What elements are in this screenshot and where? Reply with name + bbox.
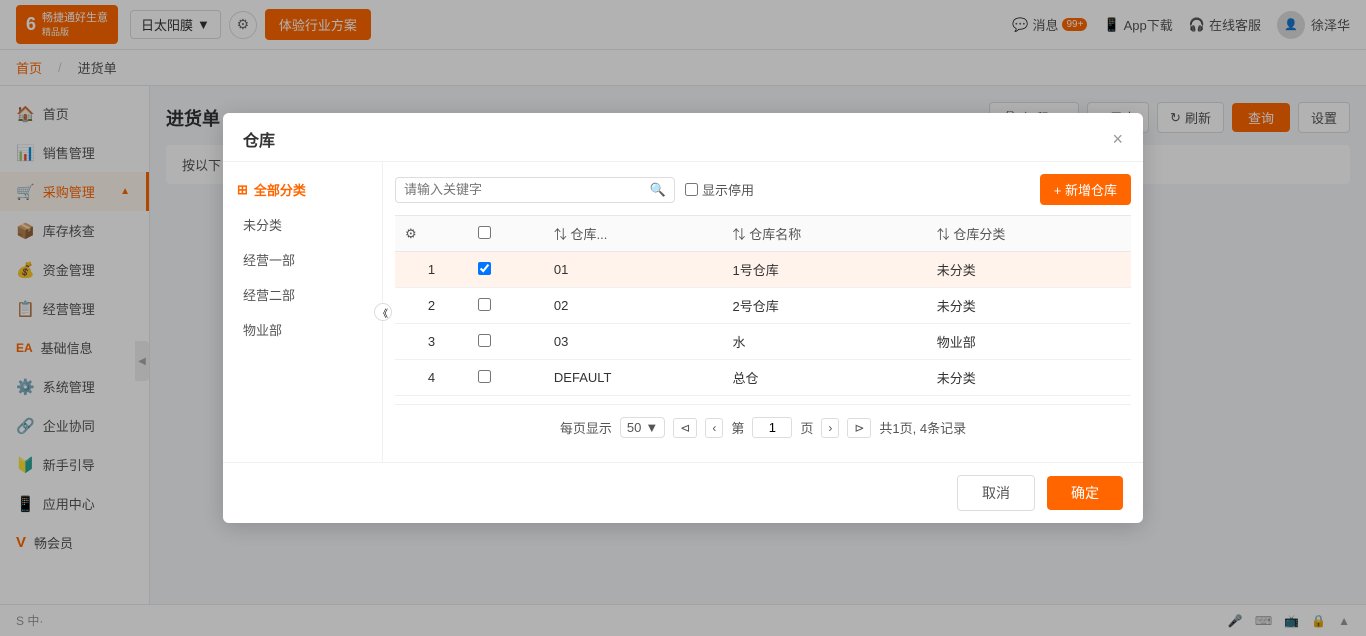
th-code[interactable]: ⇅ 仓库... [544, 216, 723, 252]
search-box: 🔍 [395, 177, 675, 203]
row-name: 2号仓库 [723, 288, 927, 324]
modal-title: 仓库 [243, 127, 275, 151]
table-wrapper: ⚙ ⇅ 仓库... ⇅ 仓库名称 [395, 215, 1131, 396]
table-header-row: ⚙ ⇅ 仓库... ⇅ 仓库名称 [395, 216, 1131, 252]
category-item-1[interactable]: 经营一部 [223, 242, 382, 277]
row-code: 03 [544, 324, 723, 360]
row-num: 1 [395, 252, 468, 288]
table-row[interactable]: 1 01 1号仓库 未分类 [395, 252, 1131, 288]
row-checkbox[interactable] [468, 252, 544, 288]
row-code: 01 [544, 252, 723, 288]
select-all-checkbox[interactable] [478, 226, 491, 239]
category-item-3[interactable]: 物业部 [223, 312, 382, 347]
show-disabled-check[interactable] [685, 183, 698, 196]
row-num: 4 [395, 360, 468, 396]
row-category: 物业部 [927, 324, 1131, 360]
grid-icon: ⊞ [237, 182, 248, 198]
modal-close-button[interactable]: × [1112, 129, 1123, 150]
category-sidebar: ⊞ 全部分类 未分类 经营一部 经营二部 物业部 《 [223, 162, 383, 462]
search-input[interactable] [404, 182, 646, 197]
pagination: 每页显示 50 ▼ ⊲ ‹ 第 页 › ⊳ 共1页, 4条记录 [395, 404, 1131, 450]
row-category: 未分类 [927, 360, 1131, 396]
th-name[interactable]: ⇅ 仓库名称 [723, 216, 927, 252]
sort-icon-cat: ⇅ [937, 227, 950, 242]
all-category-header[interactable]: ⊞ 全部分类 [223, 172, 382, 207]
modal-toolbar: 🔍 显示停用 + 新增仓库 [395, 174, 1131, 205]
modal-table-area: 🔍 显示停用 + 新增仓库 ⚙ [383, 162, 1143, 462]
page-number-input[interactable] [752, 417, 792, 438]
th-gear: ⚙ [395, 216, 468, 252]
row-code: 02 [544, 288, 723, 324]
warehouse-modal: 仓库 × ⊞ 全部分类 未分类 经营一部 经营二部 [223, 113, 1143, 523]
prev-page-button[interactable]: ‹ [705, 418, 723, 438]
row-name: 水 [723, 324, 927, 360]
add-warehouse-button[interactable]: + 新增仓库 [1040, 174, 1131, 205]
cancel-button[interactable]: 取消 [957, 475, 1035, 511]
row-checkbox[interactable] [468, 288, 544, 324]
row-num: 3 [395, 324, 468, 360]
table-row[interactable]: 3 03 水 物业部 [395, 324, 1131, 360]
th-checkbox [468, 216, 544, 252]
row-checkbox[interactable] [468, 360, 544, 396]
sort-icon: ⇅ [554, 227, 567, 242]
show-disabled-checkbox[interactable]: 显示停用 [685, 180, 754, 199]
last-page-button[interactable]: ⊳ [847, 418, 871, 438]
th-category[interactable]: ⇅ 仓库分类 [927, 216, 1131, 252]
sort-icon-name: ⇅ [733, 227, 746, 242]
category-item-2[interactable]: 经营二部 [223, 277, 382, 312]
warehouse-table: ⚙ ⇅ 仓库... ⇅ 仓库名称 [395, 215, 1131, 396]
row-num: 2 [395, 288, 468, 324]
row-category: 未分类 [927, 288, 1131, 324]
table-row[interactable]: 4 DEFAULT 总仓 未分类 [395, 360, 1131, 396]
row-name: 1号仓库 [723, 252, 927, 288]
row-code: DEFAULT [544, 360, 723, 396]
search-icon: 🔍 [650, 182, 666, 198]
row-checkbox[interactable] [468, 324, 544, 360]
modal-overlay[interactable]: 仓库 × ⊞ 全部分类 未分类 经营一部 经营二部 [0, 0, 1366, 636]
next-page-button[interactable]: › [821, 418, 839, 438]
row-name: 总仓 [723, 360, 927, 396]
category-item-0[interactable]: 未分类 [223, 207, 382, 242]
modal-header: 仓库 × [223, 113, 1143, 162]
category-collapse-button[interactable]: 《 [374, 303, 392, 321]
first-page-button[interactable]: ⊲ [673, 418, 697, 438]
confirm-button[interactable]: 确定 [1047, 476, 1123, 510]
row-category: 未分类 [927, 252, 1131, 288]
table-row[interactable]: 2 02 2号仓库 未分类 [395, 288, 1131, 324]
modal-body: ⊞ 全部分类 未分类 经营一部 经营二部 物业部 《 [223, 162, 1143, 462]
gear-col-icon: ⚙ [405, 226, 417, 241]
per-page-select[interactable]: 50 ▼ [620, 417, 665, 438]
modal-footer: 取消 确定 [223, 462, 1143, 523]
